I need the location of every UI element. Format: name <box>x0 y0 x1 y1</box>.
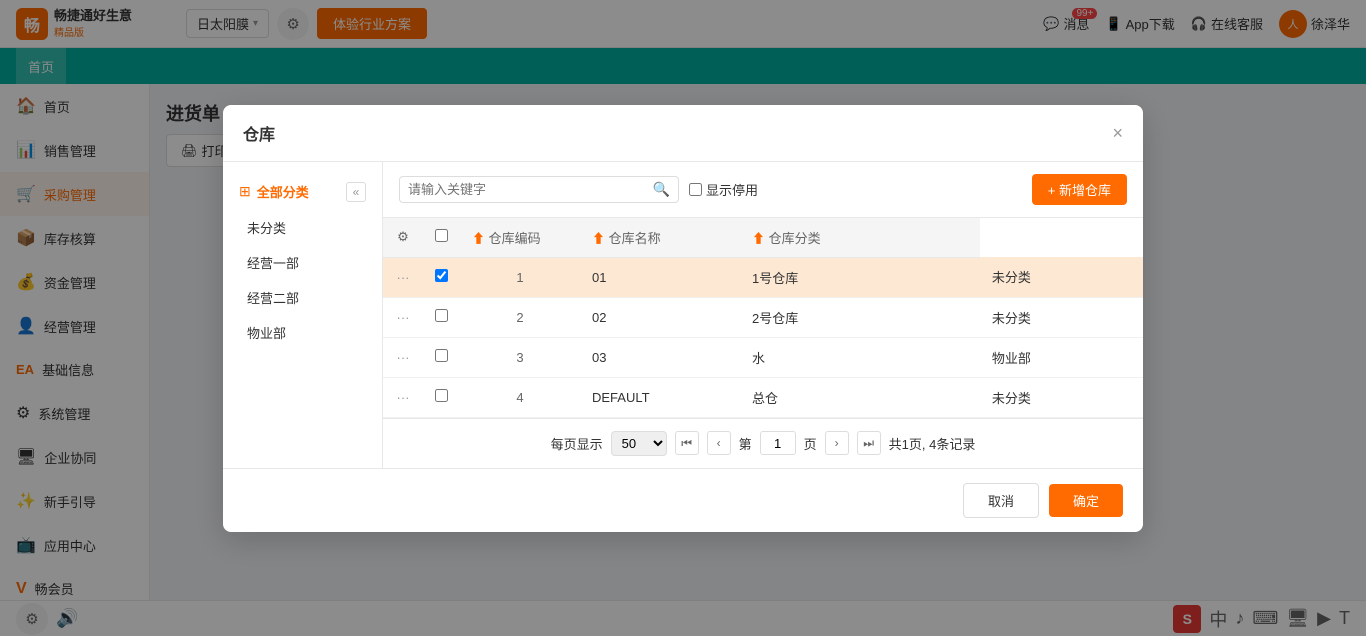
modal-title: 仓库 <box>243 121 275 145</box>
next-page-button[interactable]: › <box>825 431 849 455</box>
row-num: 2 <box>460 297 580 337</box>
row-num: 4 <box>460 377 580 417</box>
row-settings[interactable]: ··· <box>383 377 423 417</box>
warehouse-modal: 仓库 × ⊞ 全部分类 « 未分类 经营一部 经营二部 <box>223 105 1143 532</box>
category-item-property[interactable]: 物业部 <box>223 315 382 350</box>
grid-icon: ⊞ <box>239 183 251 200</box>
modal-category-sidebar: ⊞ 全部分类 « 未分类 经营一部 经营二部 物业部 <box>223 162 383 468</box>
row-code: 03 <box>580 337 740 377</box>
row-settings[interactable]: ··· <box>383 257 423 297</box>
row-name: 1号仓库 <box>740 257 980 297</box>
search-box: 🔍 <box>399 176 679 203</box>
sort-icon3: ⬆ <box>752 231 765 246</box>
row-category: 未分类 <box>980 297 1143 337</box>
confirm-button[interactable]: 确定 <box>1049 484 1123 517</box>
search-input[interactable] <box>408 182 647 197</box>
modal-header: 仓库 × <box>223 105 1143 162</box>
row-settings[interactable]: ··· <box>383 337 423 377</box>
sort-icon: ⬆ <box>472 231 485 246</box>
all-categories-label: 全部分类 <box>257 182 309 201</box>
total-info: 共1页, 4条记录 <box>889 434 976 453</box>
per-page-select[interactable]: 50 100 200 <box>611 431 667 456</box>
show-disabled-label: 显示停用 <box>706 180 758 199</box>
cancel-button[interactable]: 取消 <box>963 483 1039 518</box>
per-page-label: 每页显示 <box>551 434 603 453</box>
first-page-button[interactable]: ⏮ <box>675 431 699 455</box>
select-all-checkbox[interactable] <box>435 229 448 242</box>
th-checkbox <box>423 218 460 258</box>
row-code: 02 <box>580 297 740 337</box>
pagination: 每页显示 50 100 200 ⏮ ‹ 第 页 › ⏭ 共1页, 4条记录 <box>383 418 1143 468</box>
th-code: ⬆ 仓库编码 <box>460 218 580 258</box>
table-row[interactable]: ··· 4 DEFAULT 总仓 未分类 <box>383 377 1143 417</box>
modal-toolbar: 🔍 显示停用 + 新增仓库 <box>383 162 1143 218</box>
th-category: ⬆ 仓库分类 <box>740 218 980 258</box>
page-unit: 页 <box>804 434 817 453</box>
row-name: 总仓 <box>740 377 980 417</box>
row-category: 物业部 <box>980 337 1143 377</box>
row-name: 2号仓库 <box>740 297 980 337</box>
table-header: ⚙ ⬆ 仓库编码 ⬆ 仓库名称 <box>383 218 1143 258</box>
sort-icon2: ⬆ <box>592 231 605 246</box>
show-disabled-checkbox-label[interactable]: 显示停用 <box>689 180 758 199</box>
modal-close-button[interactable]: × <box>1112 124 1123 142</box>
modal-body: ⊞ 全部分类 « 未分类 经营一部 经营二部 物业部 <box>223 162 1143 468</box>
row-checkbox[interactable] <box>423 297 460 337</box>
row-checkbox[interactable] <box>423 377 460 417</box>
category-item-dept1[interactable]: 经营一部 <box>223 245 382 280</box>
prev-page-button[interactable]: ‹ <box>707 431 731 455</box>
new-warehouse-button[interactable]: + 新增仓库 <box>1032 174 1127 205</box>
table-row[interactable]: ··· 3 03 水 物业部 <box>383 337 1143 377</box>
modal-overlay[interactable]: 仓库 × ⊞ 全部分类 « 未分类 经营一部 经营二部 <box>0 0 1366 636</box>
warehouse-table: ⚙ ⬆ 仓库编码 ⬆ 仓库名称 <box>383 218 1143 418</box>
page-number-input[interactable] <box>760 431 796 455</box>
modal-actions: 取消 确定 <box>223 468 1143 532</box>
modal-all-categories[interactable]: ⊞ 全部分类 « <box>223 174 382 210</box>
row-category: 未分类 <box>980 257 1143 297</box>
search-icon: 🔍 <box>653 181 670 198</box>
row-code: 01 <box>580 257 740 297</box>
th-settings: ⚙ <box>383 218 423 258</box>
row-category: 未分类 <box>980 377 1143 417</box>
last-page-button[interactable]: ⏭ <box>857 431 881 455</box>
row-code: DEFAULT <box>580 377 740 417</box>
row-num: 3 <box>460 337 580 377</box>
row-checkbox[interactable] <box>423 337 460 377</box>
th-name: ⬆ 仓库名称 <box>580 218 740 258</box>
modal-main: 🔍 显示停用 + 新增仓库 ⚙ <box>383 162 1143 468</box>
category-item-unclassified[interactable]: 未分类 <box>223 210 382 245</box>
table-row[interactable]: ··· 1 01 1号仓库 未分类 <box>383 257 1143 297</box>
table-row[interactable]: ··· 2 02 2号仓库 未分类 <box>383 297 1143 337</box>
page-label-text: 第 <box>739 434 752 453</box>
row-name: 水 <box>740 337 980 377</box>
category-item-dept2[interactable]: 经营二部 <box>223 280 382 315</box>
collapse-button[interactable]: « <box>346 182 366 202</box>
row-num: 1 <box>460 257 580 297</box>
row-checkbox[interactable] <box>423 257 460 297</box>
row-settings[interactable]: ··· <box>383 297 423 337</box>
show-disabled-checkbox[interactable] <box>689 183 702 196</box>
